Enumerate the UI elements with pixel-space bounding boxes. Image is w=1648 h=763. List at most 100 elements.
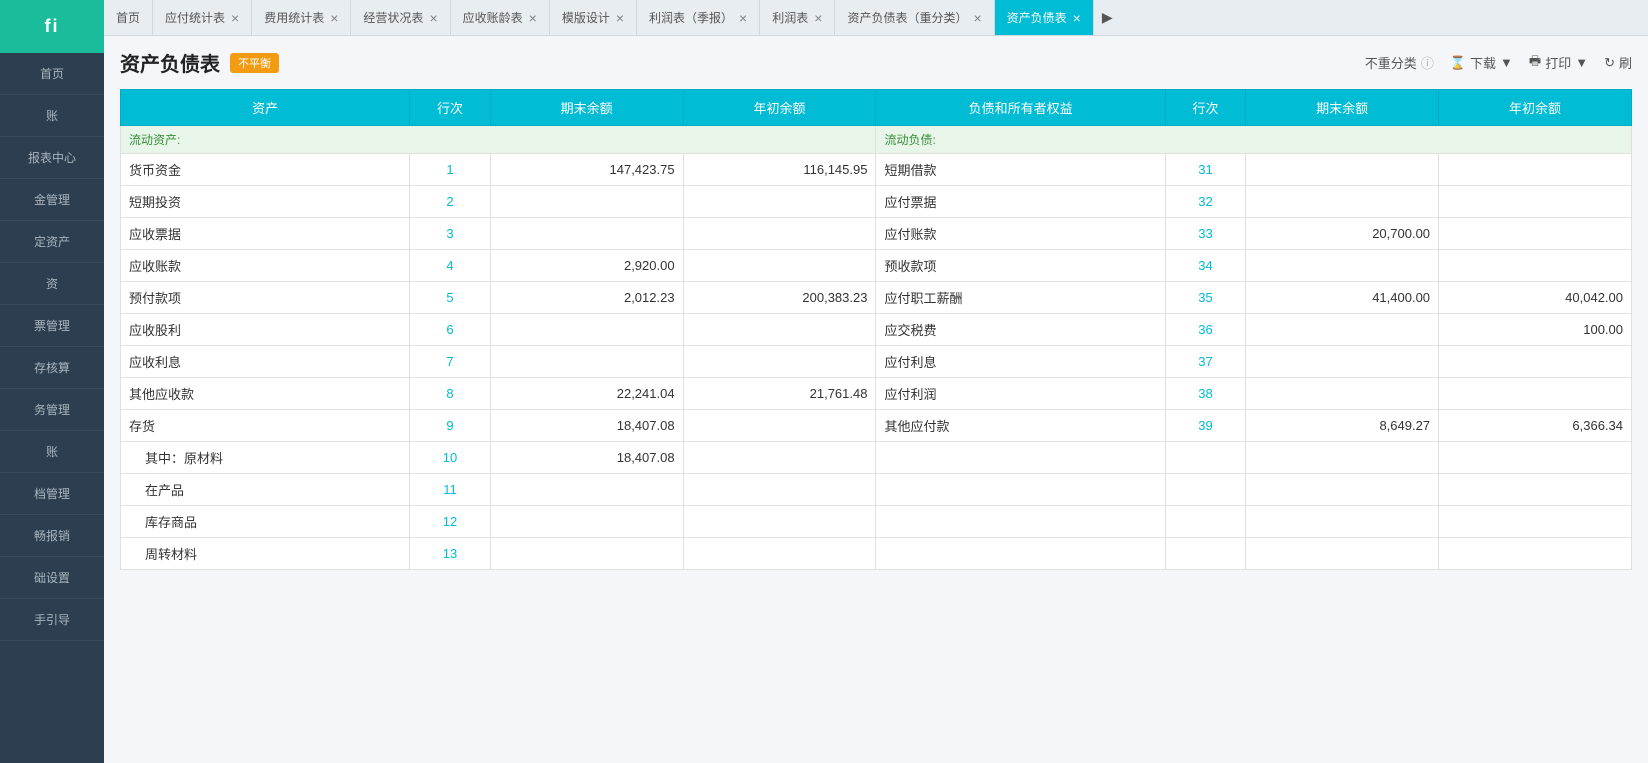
left-period-end: 147,423.75 <box>490 154 683 186</box>
tab-close-balance[interactable]: × <box>1073 10 1081 26</box>
col-period-end: 期末余额 <box>490 90 683 126</box>
right-row-num: 34 <box>1165 250 1245 282</box>
tab-expense-stats[interactable]: 费用统计表 × <box>252 0 351 36</box>
sidebar-item-report-center[interactable]: 报表中心 <box>0 137 104 179</box>
sidebar-item-guide[interactable]: 手引导 <box>0 599 104 641</box>
right-row-num: 38 <box>1165 378 1245 410</box>
tab-close-expense-stats[interactable]: × <box>330 10 338 26</box>
right-period-end: 8,649.27 <box>1246 410 1439 442</box>
tab-profit[interactable]: 利润表 × <box>760 0 835 36</box>
refresh-button[interactable]: ↻ 刷 <box>1604 53 1632 72</box>
right-year-start <box>1439 474 1632 506</box>
tab-close-receivable-aging[interactable]: × <box>529 10 537 26</box>
left-row-num: 11 <box>410 474 490 506</box>
left-period-end <box>490 538 683 570</box>
category-selector[interactable]: 不重分类 ⓘ <box>1365 53 1434 72</box>
download-button[interactable]: ⌛ 下载 ▼ <box>1450 53 1513 72</box>
right-period-end <box>1246 154 1439 186</box>
chevron-down-icon: ▼ <box>1500 55 1513 70</box>
col-period-end2: 期末余额 <box>1246 90 1439 126</box>
right-year-start <box>1439 186 1632 218</box>
right-row-num <box>1165 538 1245 570</box>
left-label: 应收股利 <box>121 314 410 346</box>
right-year-start <box>1439 538 1632 570</box>
sidebar-item-fixed-assets[interactable]: 定资产 <box>0 221 104 263</box>
tab-balance-reclassified[interactable]: 资产负债表（重分类） × <box>835 0 994 36</box>
tab-home[interactable]: 首页 <box>104 0 153 36</box>
left-row-num: 3 <box>410 218 490 250</box>
left-row-num: 7 <box>410 346 490 378</box>
sidebar-item-ledger[interactable]: 账 <box>0 431 104 473</box>
right-period-end <box>1246 186 1439 218</box>
sidebar-item-inventory[interactable]: 存核算 <box>0 347 104 389</box>
left-label: 其他应收款 <box>121 378 410 410</box>
right-row-num: 31 <box>1165 154 1245 186</box>
col-row-num: 行次 <box>410 90 490 126</box>
sidebar-item-home[interactable]: 首页 <box>0 53 104 95</box>
left-row-num: 4 <box>410 250 490 282</box>
left-row-num: 12 <box>410 506 490 538</box>
right-row-num <box>1165 474 1245 506</box>
col-year-start: 年初余额 <box>683 90 876 126</box>
right-year-start: 40,042.00 <box>1439 282 1632 314</box>
tab-close-profit[interactable]: × <box>814 10 822 26</box>
sidebar-item-account[interactable]: 账 <box>0 95 104 137</box>
tab-close-payable-stats[interactable]: × <box>231 10 239 26</box>
sidebar-item-capital[interactable]: 资 <box>0 263 104 305</box>
left-period-end: 2,012.23 <box>490 282 683 314</box>
tab-profit-quarterly[interactable]: 利润表（季报） × <box>637 0 760 36</box>
left-period-end: 22,241.04 <box>490 378 683 410</box>
printer-icon: 🖶 <box>1529 52 1541 74</box>
sidebar-item-fund-mgmt[interactable]: 金管理 <box>0 179 104 221</box>
left-year-start: 200,383.23 <box>683 282 876 314</box>
left-label: 短期投资 <box>121 186 410 218</box>
left-period-end: 18,407.08 <box>490 410 683 442</box>
tab-close-template-design[interactable]: × <box>616 10 624 26</box>
tab-close-operations[interactable]: × <box>429 10 437 26</box>
right-period-end <box>1246 314 1439 346</box>
left-year-start <box>683 186 876 218</box>
left-year-start <box>683 250 876 282</box>
left-row-num: 9 <box>410 410 490 442</box>
left-year-start <box>683 474 876 506</box>
left-label: 存货 <box>121 410 410 442</box>
sidebar-item-expense[interactable]: 畅报销 <box>0 515 104 557</box>
left-period-end: 18,407.08 <box>490 442 683 474</box>
left-period-end <box>490 346 683 378</box>
right-label: 应付票据 <box>876 186 1165 218</box>
tab-close-profit-quarterly[interactable]: × <box>739 10 747 26</box>
right-period-end: 41,400.00 <box>1246 282 1439 314</box>
col-year-start2: 年初余额 <box>1439 90 1632 126</box>
right-period-end <box>1246 442 1439 474</box>
chevron-down-icon-2: ▼ <box>1575 55 1588 70</box>
left-label: 预付款项 <box>121 282 410 314</box>
tab-scroll-right[interactable]: ▶ <box>1094 9 1121 26</box>
print-button[interactable]: 🖶 打印 ▼ <box>1529 52 1588 74</box>
left-year-start: 21,761.48 <box>683 378 876 410</box>
right-period-end <box>1246 506 1439 538</box>
right-row-num: 37 <box>1165 346 1245 378</box>
right-row-num: 35 <box>1165 282 1245 314</box>
right-period-end <box>1246 250 1439 282</box>
right-period-end: 20,700.00 <box>1246 218 1439 250</box>
section-left-label: 流动资产: <box>121 126 876 154</box>
right-year-start <box>1439 154 1632 186</box>
left-period-end: 2,920.00 <box>490 250 683 282</box>
section-right-label: 流动负债: <box>876 126 1632 154</box>
report-table: 资产 行次 期末余额 年初余额 负债和所有者权益 行次 期末余额 年初余额 流动… <box>120 89 1632 570</box>
tab-payable-stats[interactable]: 应付统计表 × <box>153 0 252 36</box>
tab-close-balance-reclassified[interactable]: × <box>973 10 981 26</box>
tab-operations[interactable]: 经营状况表 × <box>351 0 450 36</box>
tab-balance[interactable]: 资产负债表 × <box>995 0 1094 36</box>
left-label: 周转材料 <box>121 538 410 570</box>
left-label: 应收利息 <box>121 346 410 378</box>
sidebar-item-ticket-mgmt[interactable]: 票管理 <box>0 305 104 347</box>
left-label: 货币资金 <box>121 154 410 186</box>
sidebar-item-archive[interactable]: 档管理 <box>0 473 104 515</box>
sidebar-item-affairs-mgmt[interactable]: 务管理 <box>0 389 104 431</box>
download-icon: ⌛ <box>1450 55 1466 71</box>
tab-template-design[interactable]: 模版设计 × <box>550 0 637 36</box>
col-row-num2: 行次 <box>1165 90 1245 126</box>
tab-receivable-aging[interactable]: 应收账龄表 × <box>451 0 550 36</box>
sidebar-item-settings[interactable]: 础设置 <box>0 557 104 599</box>
